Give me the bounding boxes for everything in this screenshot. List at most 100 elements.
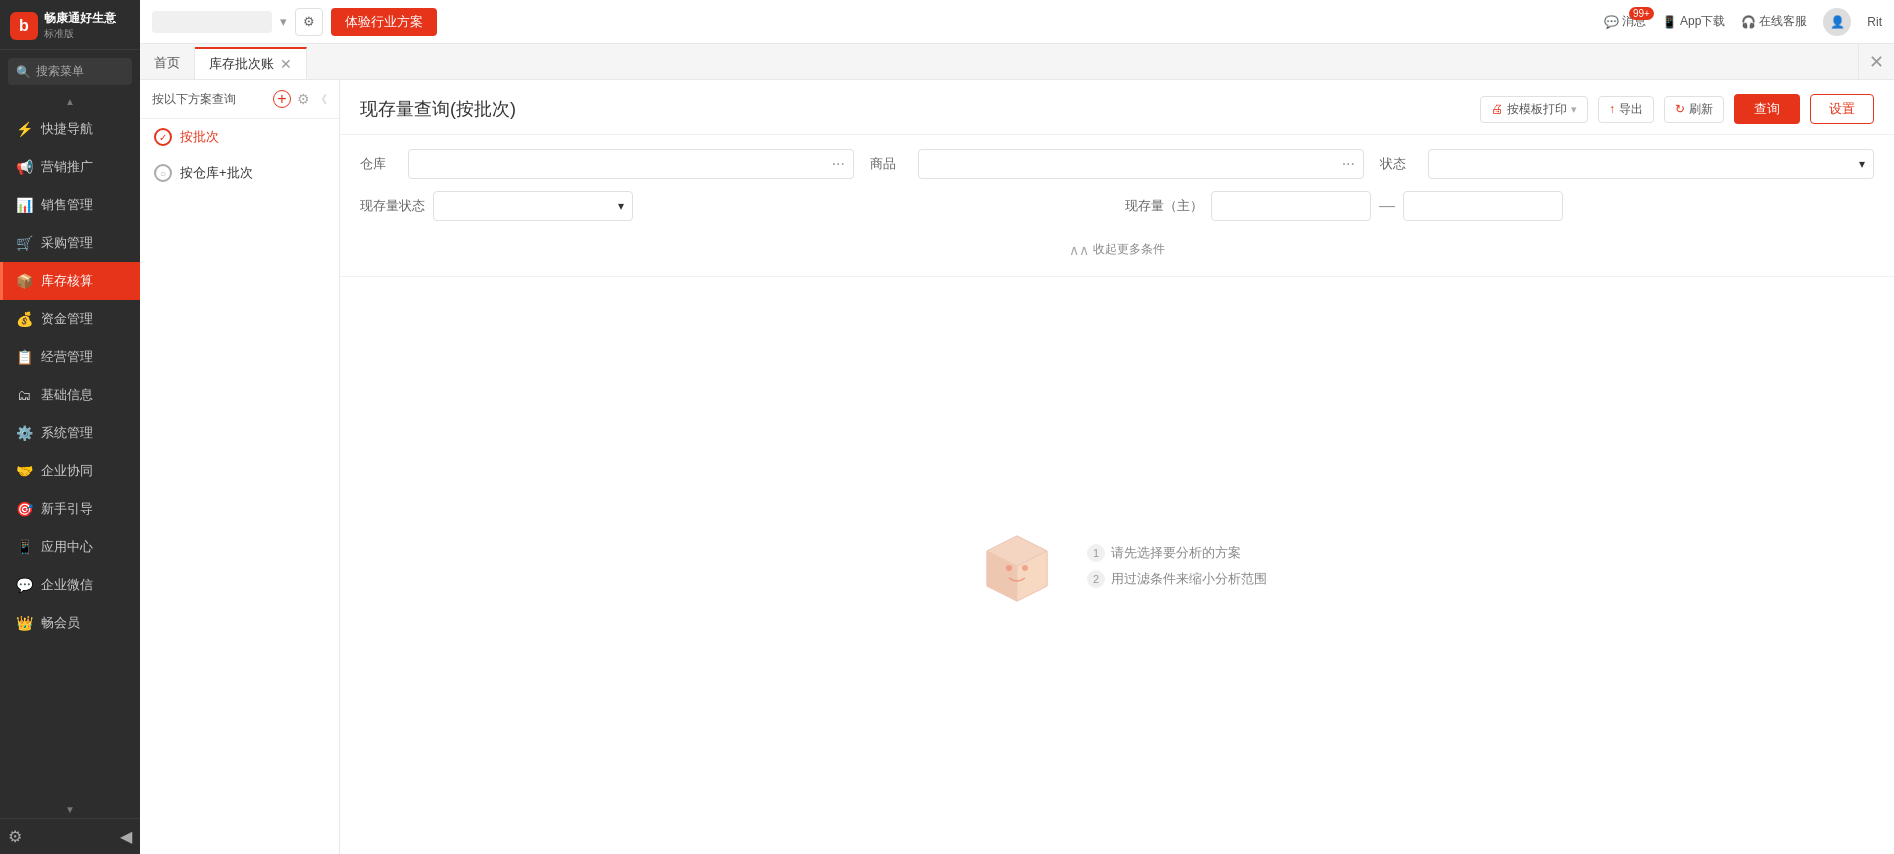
print-icon: 🖨 [1491, 102, 1503, 116]
user-avatar[interactable]: 👤 [1823, 8, 1851, 36]
export-btn[interactable]: ↑ 导出 [1598, 96, 1654, 123]
empty-state: 1 请先选择要分析的方案 2 用过滤条件来缩小分析范围 [340, 277, 1894, 854]
warehouse-input[interactable]: ··· [408, 149, 854, 179]
svg-point-5 [1022, 565, 1028, 571]
scheme-label-warehouse-batch: 按仓库+批次 [180, 164, 253, 182]
inventory-qty-to[interactable] [1403, 191, 1563, 221]
enterprise-icon: 🤝 [15, 462, 33, 480]
query-button[interactable]: 查询 [1734, 94, 1800, 124]
topbar-search-input[interactable] [152, 11, 272, 33]
settings-icon[interactable]: ⚙ [8, 827, 22, 846]
phone-icon: 📱 [1662, 15, 1677, 29]
inventory-qty-from[interactable] [1211, 191, 1371, 221]
filter-area: 仓库 ··· 商品 ··· 状态 [340, 135, 1894, 277]
left-panel-header: 按以下方案查询 + ⚙ 《 [140, 80, 339, 119]
sidebar-item-newbie[interactable]: 🎯 新手引导 [0, 490, 140, 528]
inventory-qty-filter-group: 现存量（主） — [1125, 191, 1874, 221]
app-center-icon: 📱 [15, 538, 33, 556]
scheme-icon-batch: ✓ [154, 128, 172, 146]
tab-inventory-batch[interactable]: 库存批次账 ✕ [195, 47, 307, 79]
topbar-chevron-icon[interactable]: ▾ [280, 14, 287, 29]
app-logo: b [10, 12, 38, 40]
scheme-item-warehouse-batch[interactable]: ○ 按仓库+批次 [140, 155, 339, 191]
inventory-status-select[interactable]: ▾ [433, 191, 633, 221]
scheme-icon-warehouse-batch: ○ [154, 164, 172, 182]
sidebar-item-label: 基础信息 [41, 386, 93, 404]
sales-icon: 📊 [15, 196, 33, 214]
warehouse-label: 仓库 [360, 155, 400, 173]
sidebar-item-basics[interactable]: 🗂 基础信息 [0, 376, 140, 414]
sidebar-item-app-center[interactable]: 📱 应用中心 [0, 528, 140, 566]
avatar-icon: 👤 [1830, 15, 1845, 29]
sidebar-item-inventory[interactable]: 📦 库存核算 [0, 262, 140, 300]
print-btn[interactable]: 🖨 按模板打印 ▾ [1480, 96, 1588, 123]
service-label: 在线客服 [1759, 13, 1807, 30]
sidebar-search[interactable]: 🔍 搜索菜单 [8, 58, 132, 85]
scroll-down[interactable]: ▼ [0, 801, 140, 818]
refresh-btn[interactable]: ↻ 刷新 [1664, 96, 1724, 123]
search-label: 搜索菜单 [36, 63, 84, 80]
collapse-sidebar-icon[interactable]: ◀ [120, 827, 132, 846]
scheme-item-batch[interactable]: ✓ 按批次 [140, 119, 339, 155]
topbar-right: 💬 消息 99+ 📱 App下载 🎧 在线客服 👤 Rit [1604, 8, 1882, 36]
search-icon: 🔍 [16, 65, 31, 79]
page-header: 现存量查询(按批次) 🖨 按模板打印 ▾ ↑ 导出 ↻ 刷新 [340, 80, 1894, 135]
setup-button[interactable]: 设置 [1810, 94, 1874, 124]
sidebar-item-operations[interactable]: 📋 经营管理 [0, 338, 140, 376]
sidebar-item-label: 经营管理 [41, 348, 93, 366]
tab-bar: 首页 库存批次账 ✕ [140, 44, 1894, 80]
empty-tip-1: 1 请先选择要分析的方案 [1087, 544, 1267, 562]
edition-label: 标准版 [44, 27, 116, 41]
messages-btn[interactable]: 💬 消息 99+ [1604, 13, 1646, 30]
settings-gear-icon: ⚙ [303, 14, 315, 29]
topbar-settings-btn[interactable]: ⚙ [295, 8, 323, 36]
sidebar-item-label: 企业微信 [41, 576, 93, 594]
app-label: App下载 [1680, 13, 1725, 30]
close-panel-btn[interactable]: ✕ [1858, 44, 1894, 80]
product-input[interactable]: ··· [918, 149, 1364, 179]
scroll-up[interactable]: ▲ [0, 93, 140, 110]
right-panel: 现存量查询(按批次) 🖨 按模板打印 ▾ ↑ 导出 ↻ 刷新 [340, 80, 1894, 854]
filter-collapse-btn[interactable]: ∧∧ 收起更多条件 [360, 233, 1874, 262]
app-download-btn[interactable]: 📱 App下载 [1662, 13, 1725, 30]
sidebar-item-marketing[interactable]: 📢 营销推广 [0, 148, 140, 186]
warehouse-dots[interactable]: ··· [832, 155, 845, 173]
inventory-status-label: 现存量状态 [360, 197, 425, 215]
sidebar-item-label: 资金管理 [41, 310, 93, 328]
product-dots[interactable]: ··· [1342, 155, 1355, 173]
sidebar-title-block: 畅康通好生意 标准版 [44, 10, 116, 41]
scheme-settings-icon[interactable]: ⚙ [297, 91, 310, 107]
user-name[interactable]: Rit [1867, 15, 1882, 29]
sidebar-item-purchase[interactable]: 🛒 采购管理 [0, 224, 140, 262]
sidebar-item-label: 新手引导 [41, 500, 93, 518]
sidebar-item-enterprise-wechat[interactable]: 💬 企业微信 [0, 566, 140, 604]
product-filter-group: 商品 ··· [870, 149, 1364, 179]
tab-home[interactable]: 首页 [140, 47, 195, 79]
collapse-up-icon: ∧∧ [1069, 242, 1089, 258]
sidebar-item-vip[interactable]: 👑 畅会员 [0, 604, 140, 642]
quick-nav-icon: ⚡ [15, 120, 33, 138]
sidebar-item-label: 销售管理 [41, 196, 93, 214]
service-btn[interactable]: 🎧 在线客服 [1741, 13, 1807, 30]
marketing-icon: 📢 [15, 158, 33, 176]
sidebar-item-finance[interactable]: 💰 资金管理 [0, 300, 140, 338]
collapse-panel-icon[interactable]: 《 [316, 92, 327, 107]
left-panel-header-actions: + ⚙ 《 [273, 90, 327, 108]
left-panel: 按以下方案查询 + ⚙ 《 ✓ 按批次 ○ 按仓库+批次 [140, 80, 340, 854]
add-scheme-icon[interactable]: + [273, 90, 291, 108]
operations-icon: 📋 [15, 348, 33, 366]
tab-close-icon[interactable]: ✕ [280, 56, 292, 72]
sidebar-item-system[interactable]: ⚙️ 系统管理 [0, 414, 140, 452]
export-label: 导出 [1619, 101, 1643, 118]
sidebar-item-quick-nav[interactable]: ⚡ 快捷导航 [0, 110, 140, 148]
sidebar-item-label: 企业协同 [41, 462, 93, 480]
sidebar-item-label: 营销推广 [41, 158, 93, 176]
scheme-label-batch: 按批次 [180, 128, 219, 146]
sidebar-item-enterprise[interactable]: 🤝 企业协同 [0, 452, 140, 490]
trial-btn[interactable]: 体验行业方案 [331, 8, 437, 36]
status-select[interactable]: ▾ [1428, 149, 1874, 179]
sidebar-item-sales[interactable]: 📊 销售管理 [0, 186, 140, 224]
company-name: 畅康通好生意 [44, 10, 116, 27]
empty-illustration [967, 516, 1067, 616]
tip-num-1: 1 [1087, 544, 1105, 562]
